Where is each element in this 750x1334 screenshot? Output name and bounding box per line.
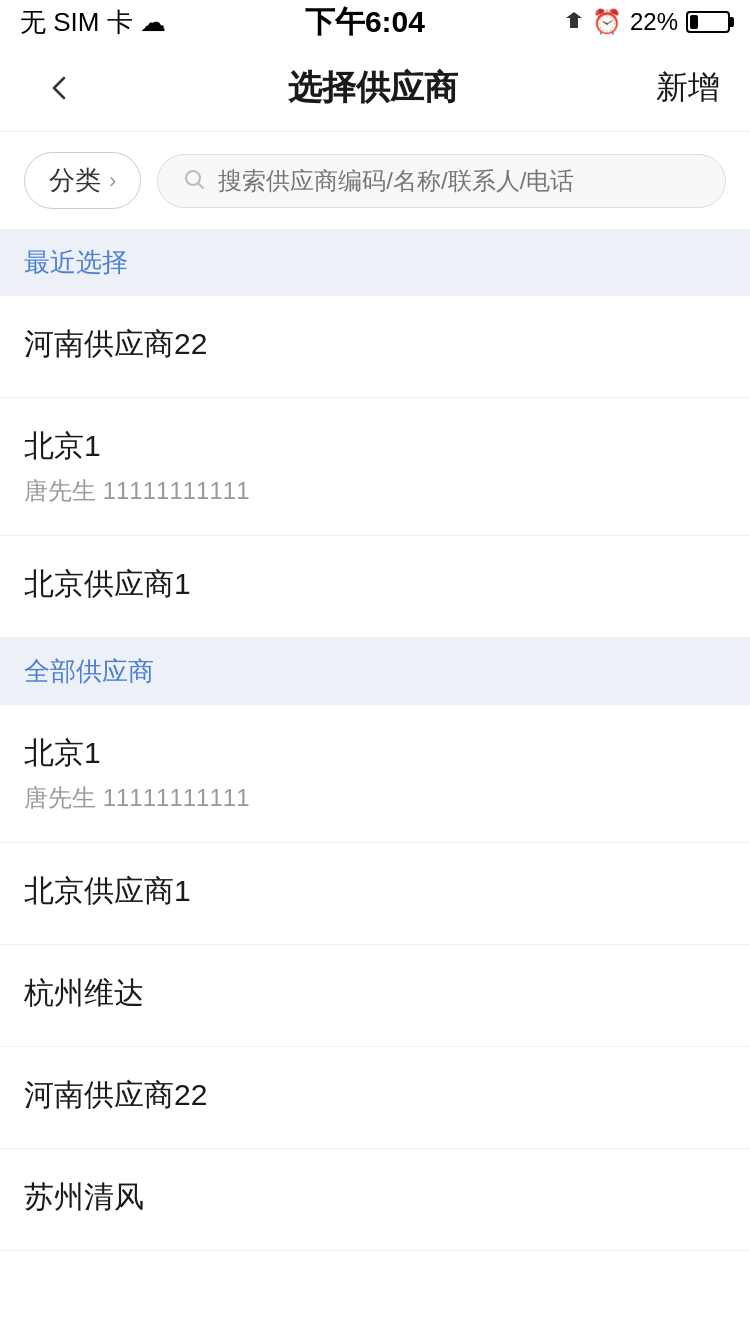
item-name: 河南供应商22 — [24, 324, 726, 365]
all-items-list: 北京1 唐先生 11111111111 北京供应商1 杭州维达河南供应商22 苏州清风 — [0, 705, 750, 1251]
location-icon — [564, 8, 584, 36]
search-box[interactable] — [157, 154, 726, 208]
item-name: 杭州维达 — [24, 973, 726, 1014]
status-right: ⏰ 22% — [564, 8, 730, 36]
list-item[interactable]: 杭州维达 — [0, 945, 750, 1047]
list-item[interactable]: 苏州清风 — [0, 1149, 750, 1251]
list-item[interactable]: 北京1 唐先生 11111111111 — [0, 705, 750, 843]
list-item[interactable]: 北京供应商1 — [0, 843, 750, 945]
category-label: 分类 — [49, 163, 101, 198]
status-time: 下午6:04 — [305, 2, 425, 43]
item-name: 北京1 — [24, 426, 726, 467]
search-input[interactable] — [218, 167, 701, 195]
page-title: 选择供应商 — [288, 65, 458, 111]
list-item[interactable]: 河南供应商22 — [0, 296, 750, 398]
status-bar: 无 SIM 卡 ☁ 下午6:04 ⏰ 22% — [0, 0, 750, 44]
item-sub: 唐先生 11111111111 — [24, 475, 726, 507]
category-button[interactable]: 分类 › — [24, 152, 141, 209]
item-sub: 唐先生 11111111111 — [24, 782, 726, 814]
list-item[interactable]: 河南供应商22 — [0, 1047, 750, 1149]
item-name: 河南供应商22 — [24, 1075, 726, 1116]
battery-label: 22% — [630, 8, 678, 36]
item-name: 北京供应商1 — [24, 564, 726, 605]
nav-bar: 选择供应商 新增 — [0, 44, 750, 132]
all-section-header: 全部供应商 — [0, 638, 750, 705]
back-button[interactable] — [30, 58, 90, 118]
filter-bar: 分类 › — [0, 132, 750, 229]
item-name: 北京1 — [24, 733, 726, 774]
recent-items-list: 河南供应商22 北京1 唐先生 11111111111 北京供应商1 — [0, 296, 750, 638]
search-icon — [182, 167, 206, 195]
status-left: 无 SIM 卡 ☁ — [20, 5, 166, 40]
list-item[interactable]: 北京1 唐先生 11111111111 — [0, 398, 750, 536]
item-name: 北京供应商1 — [24, 871, 726, 912]
alarm-icon: ⏰ — [592, 8, 622, 36]
item-name: 苏州清风 — [24, 1177, 726, 1218]
add-button[interactable]: 新增 — [656, 66, 720, 110]
no-sim-label: 无 SIM 卡 ☁ — [20, 5, 166, 40]
list-item[interactable]: 北京供应商1 — [0, 536, 750, 638]
recent-section-header: 最近选择 — [0, 229, 750, 296]
battery-indicator — [686, 11, 730, 33]
chevron-right-icon: › — [109, 168, 116, 194]
